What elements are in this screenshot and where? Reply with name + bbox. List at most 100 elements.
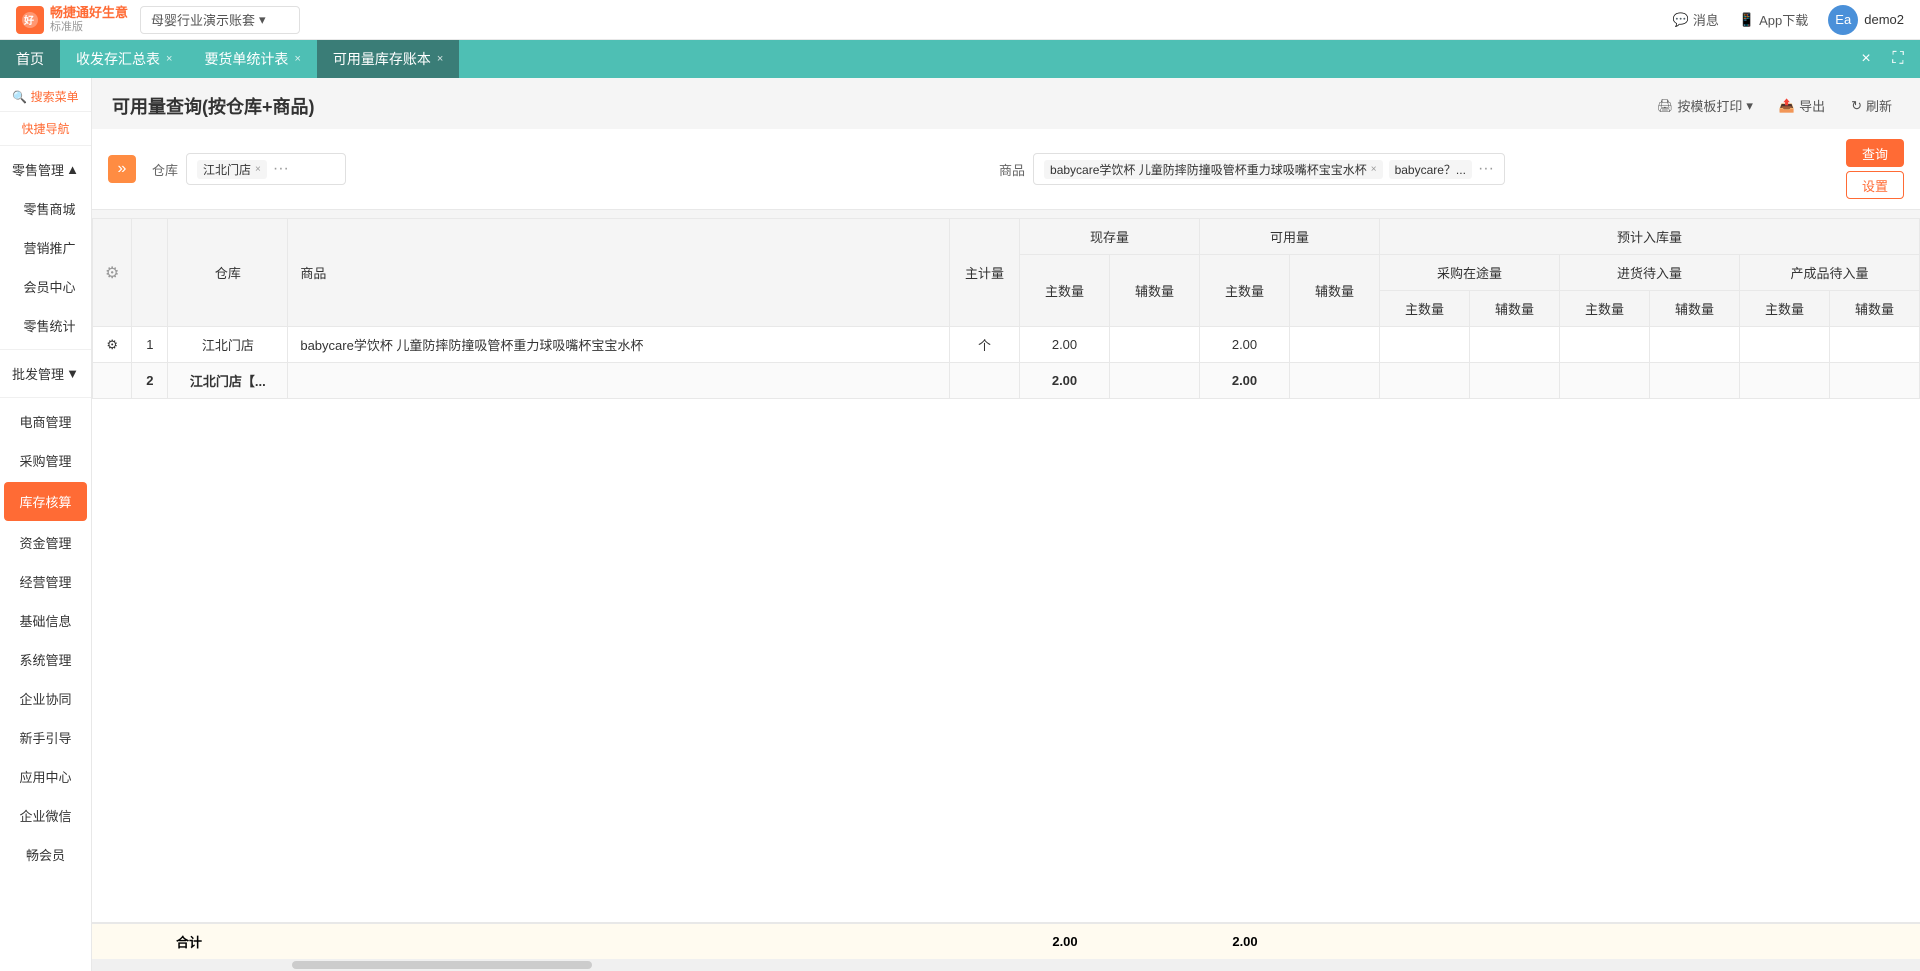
subtotal-unit [950,363,1020,399]
product-tag-text-2: babycare？... [1395,161,1466,178]
sidebar-item-marketing[interactable]: 营销推广 [0,228,91,267]
th-product: 商品 [288,219,950,327]
tab-receive-label: 收发存汇总表 [76,49,160,69]
tab-home[interactable]: 首页 [0,40,60,78]
tab-inventory-close[interactable]: × [437,53,443,65]
app-download-btn[interactable]: 📱 App下载 [1739,10,1808,29]
sidebar-item-batch[interactable]: 批发管理 ▼ [0,354,91,393]
warehouse-label: 仓库 [152,160,178,179]
product-tag-area[interactable]: babycare学饮杯 儿童防摔防撞吸管杯重力球吸嘴杯宝宝水杯 × babyca… [1033,153,1505,185]
th-planned-in: 预计入库量 [1380,219,1920,255]
industry-select[interactable]: 母婴行业演示账套 ▾ [140,6,300,34]
filter-bar: » 仓库 江北门店 × ··· 商品 babycare学饮杯 儿童防摔防撞吸管杯… [92,129,1920,210]
tab-order-label: 要货单统计表 [204,49,288,69]
subtotal-prod-aux [1830,363,1920,399]
tab-order-close[interactable]: × [294,53,300,65]
page-actions: 🖨 按模板打印 ▾ 📤 导出 ↻ 刷新 [1649,92,1900,119]
product-tag-1-close[interactable]: × [1371,164,1377,175]
sidebar-item-system[interactable]: 系统管理 [0,640,91,679]
sidebar-item-member2[interactable]: 畅会员 [0,835,91,874]
refresh-btn[interactable]: ↻ 刷新 [1843,92,1900,119]
query-btn[interactable]: 查询 [1846,139,1904,167]
sidebar-item-member[interactable]: 会员中心 [0,267,91,306]
sidebar-item-ecom[interactable]: 电商管理 [0,402,91,441]
footer-stock-main: 2.00 [1020,934,1110,949]
sidebar-nav[interactable]: 快捷导航 [0,112,91,141]
user-area[interactable]: Ea demo2 [1828,5,1904,35]
th-pur-aux: 辅数量 [1470,291,1560,327]
row-inc-aux [1650,327,1740,363]
sidebar-item-label: 零售统计 [20,316,79,335]
th-incoming: 进货待入量 [1560,255,1740,291]
sidebar-item-inventory-mgr[interactable]: 库存核算 [4,482,87,521]
th-stock-aux: 辅数量 [1110,255,1200,327]
sidebar-item-finance[interactable]: 资金管理 [0,523,91,562]
sidebar-item-enterprise[interactable]: 企业协同 [0,679,91,718]
subtotal-prod-main [1740,363,1830,399]
th-settings[interactable]: ⚙ [93,219,132,327]
sidebar-item-purchase[interactable]: 采购管理 [0,441,91,480]
settings-btn[interactable]: 设置 [1846,171,1904,199]
message-label: 消息 [1693,10,1719,29]
subtotal-settings [93,363,132,399]
product-filter: 商品 babycare学饮杯 儿童防摔防撞吸管杯重力球吸嘴杯宝宝水杯 × bab… [999,153,1830,185]
th-avail-main: 主数量 [1200,255,1290,327]
scrollbar-thumb[interactable] [292,961,592,969]
divider-1 [0,145,91,146]
message-btn[interactable]: 💬 消息 [1673,10,1719,29]
sidebar-item-appcenter[interactable]: 应用中心 [0,757,91,796]
tab-receive-close[interactable]: × [166,53,172,65]
chevron-up-icon: ▲ [66,162,79,177]
subtotal-stock-aux [1110,363,1200,399]
product-filter-more-icon[interactable]: ··· [1478,160,1494,178]
th-stock-main: 主数量 [1020,255,1110,327]
avatar-text: Ea [1835,12,1851,27]
product-label: 商品 [999,160,1025,179]
avatar: Ea [1828,5,1858,35]
tab-expand-btn[interactable]: ⛶ [1886,47,1910,71]
tab-close-btn[interactable]: × [1854,47,1878,71]
warehouse-tag-close[interactable]: × [255,164,261,175]
username: demo2 [1864,12,1904,27]
sidebar-item-zero-mall[interactable]: 零售商城 [0,189,91,228]
data-table: ⚙ 仓库 商品 主计量 现存量 [92,218,1920,399]
content-area: 可用量查询(按仓库+商品) 🖨 按模板打印 ▾ 📤 导出 ↻ 刷新 [92,78,1920,971]
sidebar-item-stats[interactable]: 零售统计 [0,306,91,345]
th-inc-main: 主数量 [1560,291,1650,327]
export-btn[interactable]: 📤 导出 [1771,92,1833,119]
row-pur-in-main [1380,327,1470,363]
th-index [132,219,168,327]
th-pur-main: 主数量 [1380,291,1470,327]
message-icon: 💬 [1673,12,1689,28]
subtotal-avail-aux [1290,363,1380,399]
print-btn[interactable]: 🖨 按模板打印 ▾ [1649,92,1761,119]
tab-order[interactable]: 要货单统计表 × [188,40,316,78]
footer-label: 合计 [164,932,284,951]
sidebar-item-wecom[interactable]: 企业微信 [0,796,91,835]
tab-receive[interactable]: 收发存汇总表 × [60,40,188,78]
sidebar-item-zero-sales[interactable]: 零售管理 ▲ [0,150,91,189]
sidebar-item-ops[interactable]: 经营管理 [0,562,91,601]
row-avail-main: 2.00 [1200,327,1290,363]
tab-inventory[interactable]: 可用量库存账本 × [317,40,459,78]
row-inc-main [1560,327,1650,363]
filter-more-icon[interactable]: ··· [273,160,289,178]
product-tag-text-1: babycare学饮杯 儿童防摔防撞吸管杯重力球吸嘴杯宝宝水杯 [1050,161,1367,178]
table-container: ⚙ 仓库 商品 主计量 现存量 [92,218,1920,922]
sidebar-search[interactable]: 🔍 搜索菜单 [0,78,91,112]
sidebar-item-label: 采购管理 [12,451,79,470]
sidebar-item-newbie[interactable]: 新手引导 [0,718,91,757]
warehouse-tag-area[interactable]: 江北门店 × ··· [186,153,346,185]
th-unit: 主计量 [950,219,1020,327]
sidebar-item-basic[interactable]: 基础信息 [0,601,91,640]
logo-icon: 好 [16,6,44,34]
sidebar-item-label: 应用中心 [12,767,79,786]
th-current-stock: 现存量 [1020,219,1200,255]
subtotal-index: 2 [132,363,168,399]
horizontal-scrollbar[interactable] [92,959,1920,971]
svg-text:好: 好 [23,14,34,27]
filter-toggle-btn[interactable]: » [108,155,136,183]
gear-icon[interactable]: ⚙ [105,265,119,282]
row-pur-in-aux [1470,327,1560,363]
row-settings[interactable]: ⚙ [93,327,132,363]
